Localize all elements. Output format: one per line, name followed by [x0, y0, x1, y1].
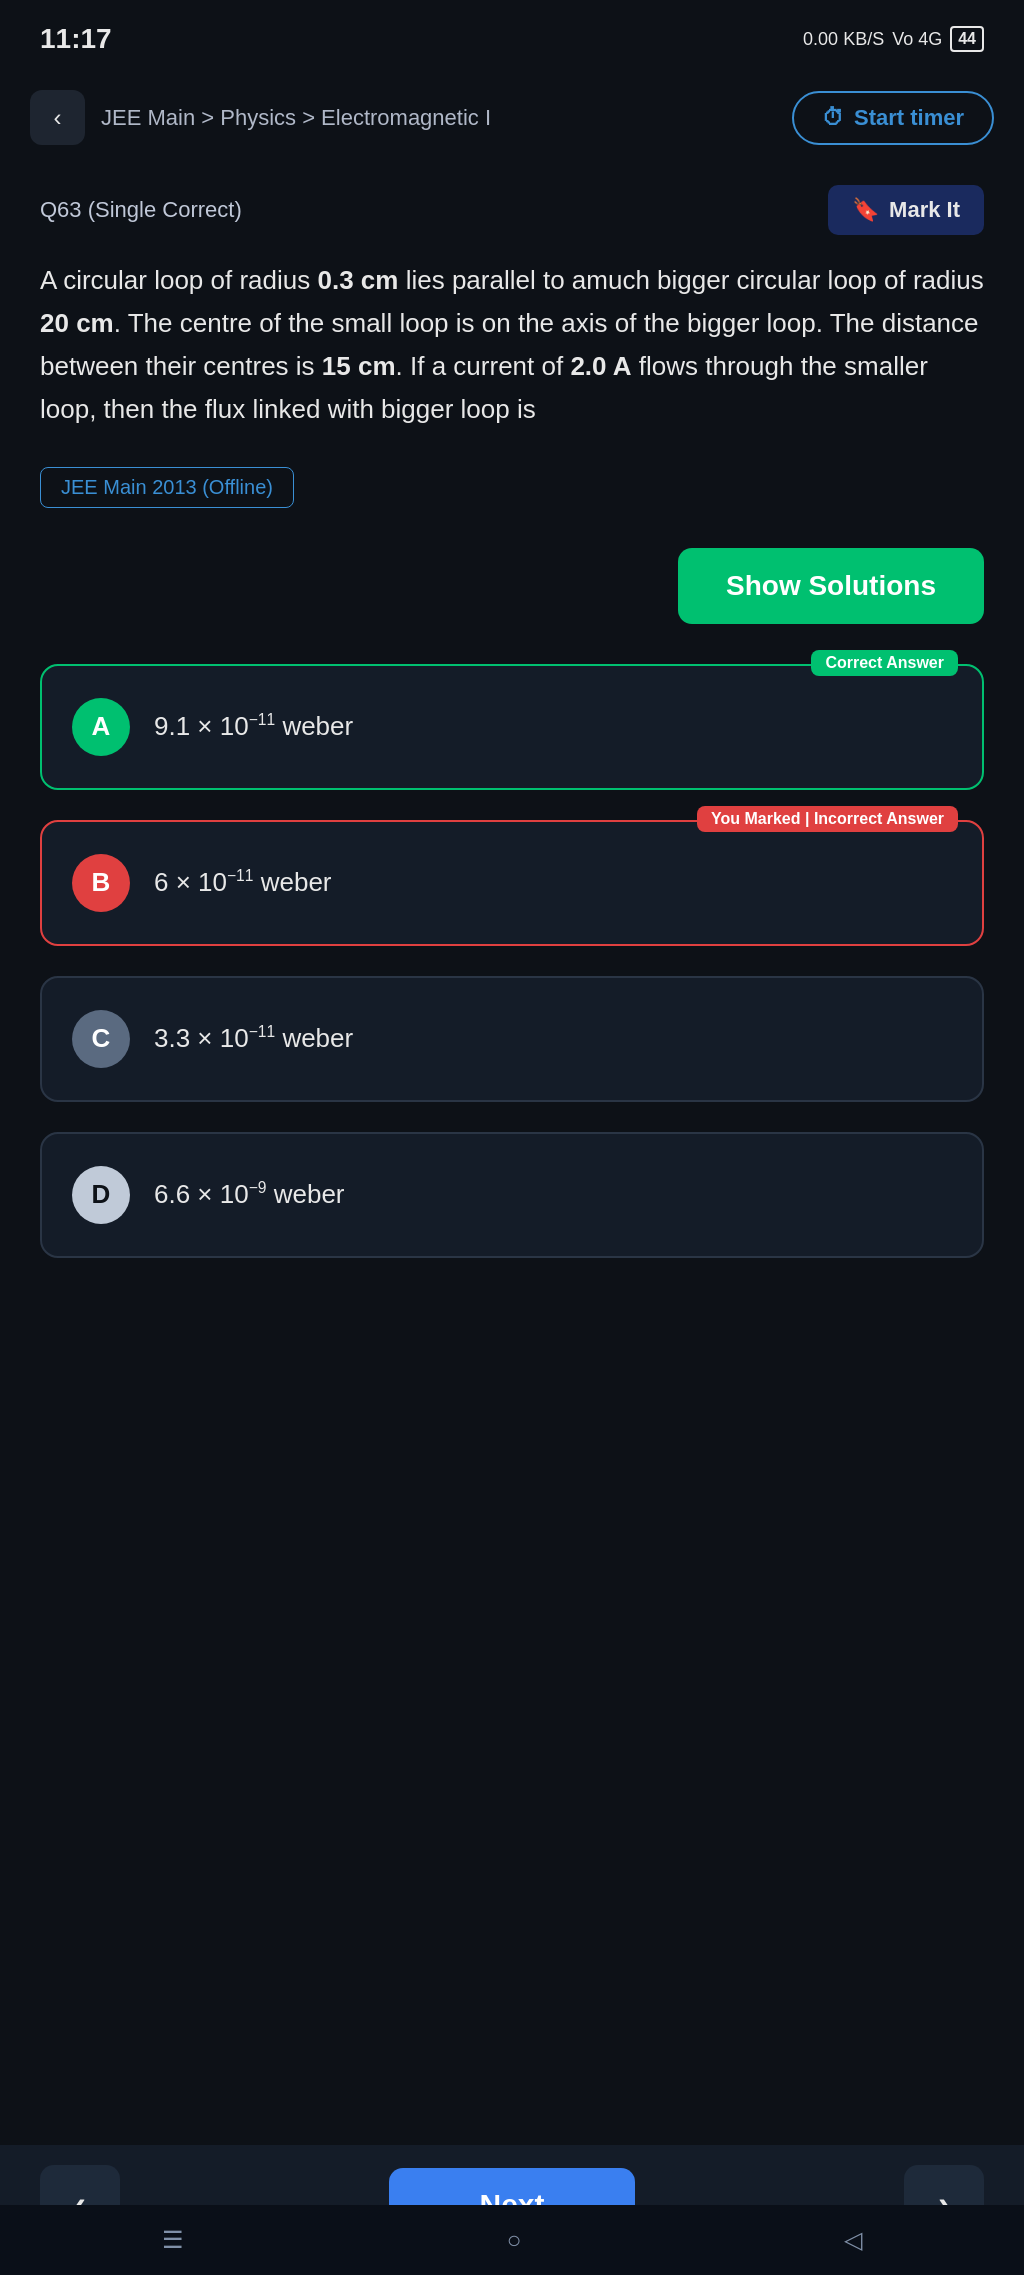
header: ‹ JEE Main > Physics > Electromagnetic I… — [0, 70, 1024, 165]
correct-answer-badge: Correct Answer — [811, 650, 958, 676]
system-nav-bar: ☰ ○ ◁ — [0, 2205, 1024, 2275]
breadcrumb: JEE Main > Physics > Electromagnetic I — [101, 105, 491, 131]
battery-icon: 44 — [950, 26, 984, 52]
timer-button[interactable]: ⏱ Start timer — [792, 91, 994, 145]
option-text-d: 6.6 × 10−9 weber — [154, 1179, 345, 1210]
show-solutions-button[interactable]: Show Solutions — [678, 548, 984, 624]
back-icon: ‹ — [54, 104, 62, 132]
header-left: ‹ JEE Main > Physics > Electromagnetic I — [30, 90, 491, 145]
timer-icon: ⏱ — [822, 105, 844, 131]
status-bar: 11:17 0.00 KB/S Vo 4G 44 — [0, 0, 1024, 70]
signal-status: Vo 4G — [892, 29, 942, 50]
option-letter-c: C — [72, 1010, 130, 1068]
math-distance: 15 cm — [322, 351, 396, 381]
question-text: A circular loop of radius 0.3 cm lies pa… — [40, 259, 984, 431]
status-icons: 0.00 KB/S Vo 4G 44 — [803, 26, 984, 52]
option-card-a[interactable]: Correct Answer A 9.1 × 10−11 weber — [40, 664, 984, 790]
system-menu-icon[interactable]: ☰ — [162, 2226, 184, 2254]
option-letter-d: D — [72, 1166, 130, 1224]
option-card-b[interactable]: You Marked | Incorrect Answer B 6 × 10−1… — [40, 820, 984, 946]
status-time: 11:17 — [40, 23, 112, 55]
solutions-btn-wrap: Show Solutions — [40, 548, 984, 624]
question-header: Q63 (Single Correct) 🔖 Mark It — [40, 185, 984, 235]
question-label: Q63 (Single Correct) — [40, 197, 242, 223]
bookmark-icon: 🔖 — [852, 197, 879, 223]
option-text-a: 9.1 × 10−11 weber — [154, 711, 353, 742]
option-text-b: 6 × 10−11 weber — [154, 867, 332, 898]
option-letter-a: A — [72, 698, 130, 756]
math-current: 2.0 A — [570, 351, 631, 381]
option-text-c: 3.3 × 10−11 weber — [154, 1023, 353, 1054]
option-letter-b: B — [72, 854, 130, 912]
option-card-c[interactable]: C 3.3 × 10−11 weber — [40, 976, 984, 1102]
question-tag: JEE Main 2013 (Offline) — [40, 467, 984, 548]
main-content: Q63 (Single Correct) 🔖 Mark It A circula… — [0, 175, 1024, 1508]
option-card-d[interactable]: D 6.6 × 10−9 weber — [40, 1132, 984, 1258]
math-radius-big: 20 cm — [40, 308, 114, 338]
tag-label: JEE Main 2013 (Offline) — [40, 467, 294, 508]
network-status: 0.00 KB/S — [803, 29, 884, 50]
system-back-icon[interactable]: ◁ — [844, 2226, 862, 2254]
mark-it-button[interactable]: 🔖 Mark It — [828, 185, 984, 235]
system-home-icon[interactable]: ○ — [507, 2226, 522, 2254]
math-radius-small: 0.3 cm — [317, 265, 398, 295]
timer-label: Start timer — [854, 105, 964, 131]
back-button[interactable]: ‹ — [30, 90, 85, 145]
options-list: Correct Answer A 9.1 × 10−11 weber You M… — [40, 664, 984, 1258]
mark-it-label: Mark It — [889, 197, 960, 223]
incorrect-answer-badge: You Marked | Incorrect Answer — [697, 806, 958, 832]
